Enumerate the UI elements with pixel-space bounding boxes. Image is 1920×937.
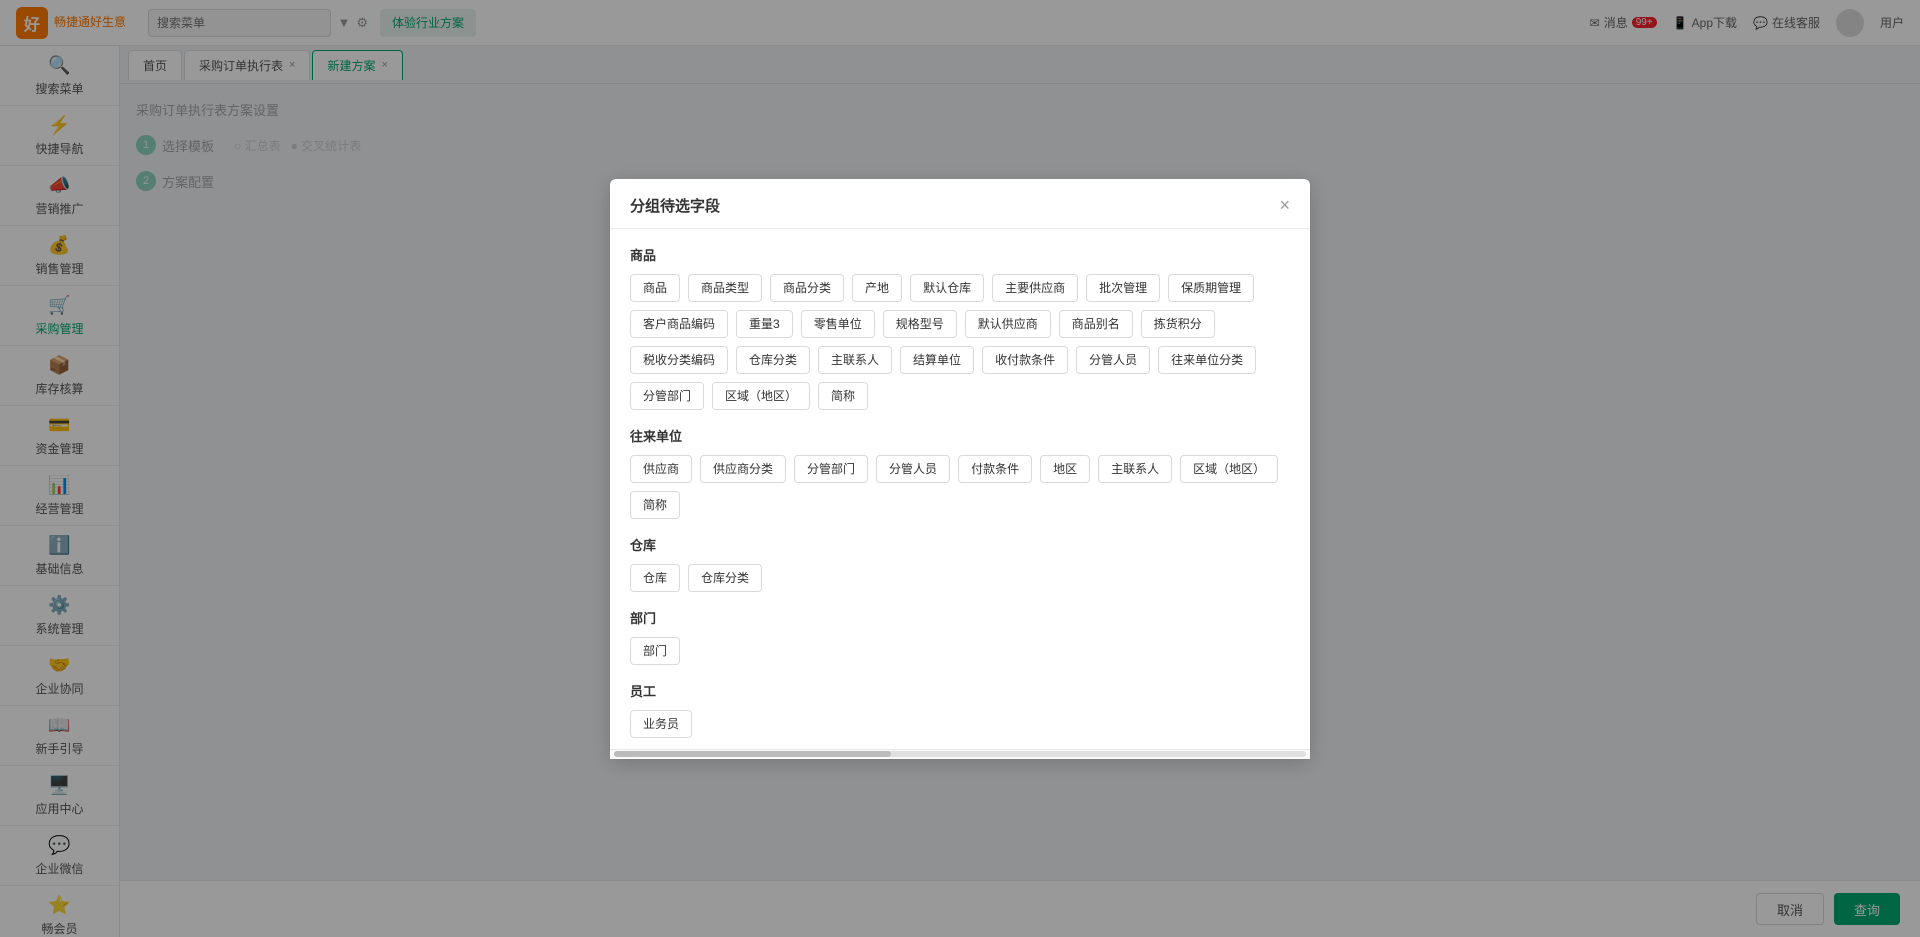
tag-goods-4[interactable]: 默认仓库 (910, 274, 984, 302)
tags-goods: 商品 商品类型 商品分类 产地 默认仓库 主要供应商 批次管理 保质期管理 客户… (630, 274, 1290, 410)
tag-goods-21[interactable]: 往来单位分类 (1158, 346, 1256, 374)
modal-body: 商品 商品 商品类型 商品分类 产地 默认仓库 主要供应商 批次管理 保质期管理… (610, 229, 1310, 749)
horizontal-scrollbar[interactable] (610, 749, 1310, 759)
modal-dialog: 分组待选字段 × 商品 商品 商品类型 商品分类 产地 默认仓库 主要供应商 批… (610, 179, 1310, 759)
tag-cp-3[interactable]: 分管人员 (876, 455, 950, 483)
section-title-counterparty: 往来单位 (630, 426, 1290, 445)
tag-goods-3[interactable]: 产地 (852, 274, 902, 302)
tag-goods-8[interactable]: 客户商品编码 (630, 310, 728, 338)
tag-goods-10[interactable]: 零售单位 (801, 310, 875, 338)
tag-cp-6[interactable]: 主联系人 (1098, 455, 1172, 483)
tag-goods-18[interactable]: 结算单位 (900, 346, 974, 374)
section-title-goods: 商品 (630, 245, 1290, 264)
tag-goods-22[interactable]: 分管部门 (630, 382, 704, 410)
tag-goods-20[interactable]: 分管人员 (1076, 346, 1150, 374)
tag-goods-14[interactable]: 拣货积分 (1141, 310, 1215, 338)
tag-goods-23[interactable]: 区域（地区） (712, 382, 810, 410)
tag-goods-15[interactable]: 税收分类编码 (630, 346, 728, 374)
tag-wh-1[interactable]: 仓库分类 (688, 564, 762, 592)
tag-goods-19[interactable]: 收付款条件 (982, 346, 1068, 374)
tag-goods-6[interactable]: 批次管理 (1086, 274, 1160, 302)
tag-goods-13[interactable]: 商品别名 (1059, 310, 1133, 338)
tag-goods-17[interactable]: 主联系人 (818, 346, 892, 374)
section-title-warehouse: 仓库 (630, 535, 1290, 554)
tag-goods-7[interactable]: 保质期管理 (1168, 274, 1254, 302)
tag-goods-1[interactable]: 商品类型 (688, 274, 762, 302)
tag-goods-9[interactable]: 重量3 (736, 310, 793, 338)
tags-warehouse: 仓库 仓库分类 (630, 564, 1290, 592)
tag-goods-11[interactable]: 规格型号 (883, 310, 957, 338)
tag-wh-0[interactable]: 仓库 (630, 564, 680, 592)
section-title-employee: 员工 (630, 681, 1290, 700)
tags-employee: 业务员 (630, 710, 1290, 738)
scrollbar-thumb (614, 751, 891, 757)
tag-goods-24[interactable]: 简称 (818, 382, 868, 410)
tag-dept-0[interactable]: 部门 (630, 637, 680, 665)
tag-cp-7[interactable]: 区域（地区） (1180, 455, 1278, 483)
scrollbar-track (614, 751, 1306, 757)
tag-cp-5[interactable]: 地区 (1040, 455, 1090, 483)
tag-cp-8[interactable]: 简称 (630, 491, 680, 519)
section-title-department: 部门 (630, 608, 1290, 627)
tag-cp-4[interactable]: 付款条件 (958, 455, 1032, 483)
modal-close-button[interactable]: × (1279, 195, 1290, 216)
tag-emp-0[interactable]: 业务员 (630, 710, 692, 738)
tag-goods-12[interactable]: 默认供应商 (965, 310, 1051, 338)
tag-goods-0[interactable]: 商品 (630, 274, 680, 302)
tag-goods-16[interactable]: 仓库分类 (736, 346, 810, 374)
modal-header: 分组待选字段 × (610, 179, 1310, 229)
tag-cp-0[interactable]: 供应商 (630, 455, 692, 483)
tag-cp-2[interactable]: 分管部门 (794, 455, 868, 483)
tags-department: 部门 (630, 637, 1290, 665)
modal-overlay: 分组待选字段 × 商品 商品 商品类型 商品分类 产地 默认仓库 主要供应商 批… (0, 0, 1920, 937)
tag-goods-5[interactable]: 主要供应商 (992, 274, 1078, 302)
modal-title: 分组待选字段 (630, 195, 720, 216)
tags-counterparty: 供应商 供应商分类 分管部门 分管人员 付款条件 地区 主联系人 区域（地区） … (630, 455, 1290, 519)
tag-cp-1[interactable]: 供应商分类 (700, 455, 786, 483)
tag-goods-2[interactable]: 商品分类 (770, 274, 844, 302)
